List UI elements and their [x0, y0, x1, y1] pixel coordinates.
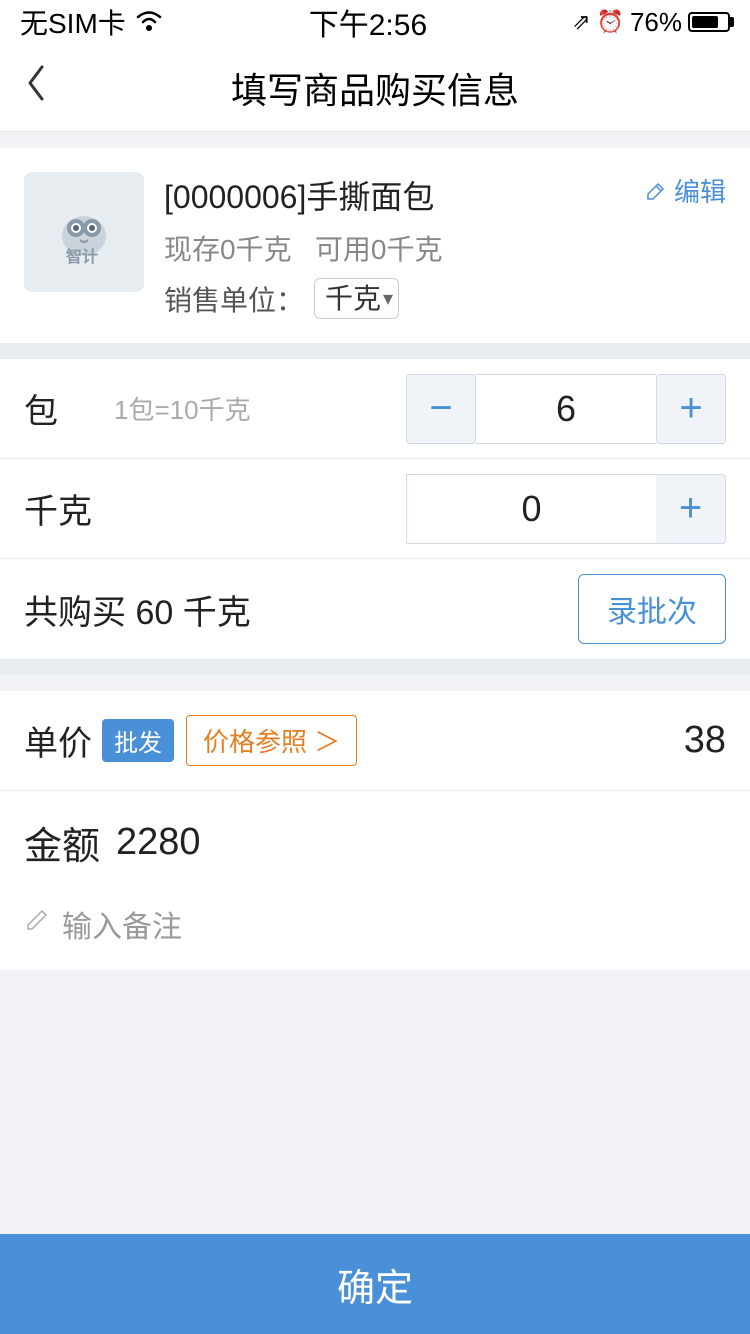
product-thumbnail: 智计 — [24, 172, 144, 292]
bao-plus-button[interactable]: + — [656, 374, 726, 444]
nav-bar: 填写商品购买信息 — [0, 44, 750, 132]
amount-label: 金额 — [24, 815, 100, 870]
status-bar: 无SIM卡 下午2:56 ⇗ ⏰ 76% — [0, 0, 750, 44]
alarm-icon: ⏰ — [597, 9, 624, 35]
location-icon: ⇗ — [572, 9, 590, 35]
kg-plus-button[interactable]: + — [656, 474, 726, 544]
product-info: [0000006]手撕面包 现存0千克 可用0千克 销售单位： 千克 — [164, 172, 726, 319]
status-carrier: 无SIM卡 — [20, 2, 164, 42]
wholesale-badge: 批发 — [102, 719, 174, 762]
amount-value: 2280 — [116, 821, 201, 864]
amount-row: 金额 2280 — [24, 815, 726, 870]
product-stock: 现存0千克 可用0千克 — [164, 228, 726, 268]
bao-input-row: 包 1包=10千克 − + — [0, 359, 750, 459]
product-unit-row: 销售单位： 千克 — [164, 278, 726, 319]
total-text: 共购买 60 千克 — [24, 585, 578, 634]
product-card: 智计 [0000006]手撕面包 现存0千克 可用0千克 销售单位： 千克 编辑 — [0, 148, 750, 343]
total-row: 共购买 60 千克 录批次 — [0, 559, 750, 659]
bao-qty-input[interactable] — [476, 374, 656, 444]
page-title: 填写商品购买信息 — [231, 62, 519, 114]
status-right: ⇗ ⏰ 76% — [572, 7, 730, 38]
bao-qty-control: − + — [406, 374, 726, 444]
kg-label: 千克 — [24, 484, 104, 533]
status-time: 下午2:56 — [309, 0, 427, 44]
back-button[interactable] — [24, 63, 48, 112]
price-section: 单价 批发 价格参照 ＞ 38 — [0, 691, 750, 791]
remark-row[interactable]: 输入备注 — [24, 886, 726, 970]
kg-qty-control: + — [406, 474, 726, 544]
wifi-icon — [134, 6, 164, 38]
section-separator-1 — [0, 343, 750, 359]
unit-select-wrapper[interactable]: 千克 — [314, 278, 399, 319]
section-separator-2 — [0, 659, 750, 675]
kg-qty-input[interactable] — [406, 474, 656, 544]
pencil-icon — [24, 907, 52, 942]
battery-percent: 76% — [630, 7, 682, 38]
product-name: [0000006]手撕面包 — [164, 172, 726, 218]
price-value: 38 — [684, 719, 726, 762]
bao-input-section: 包 1包=10千克 − + 千克 + — [0, 359, 750, 559]
bao-minus-button[interactable]: − — [406, 374, 476, 444]
price-ref-button[interactable]: 价格参照 ＞ — [186, 715, 357, 766]
bao-label: 包 — [24, 384, 104, 433]
price-label: 单价 — [24, 716, 92, 765]
confirm-button[interactable]: 确定 — [0, 1234, 750, 1334]
svg-text:智计: 智计 — [66, 247, 98, 266]
kg-input-row: 千克 + — [0, 459, 750, 559]
edit-button[interactable]: 编辑 — [646, 172, 726, 209]
unit-select[interactable]: 千克 — [314, 278, 399, 319]
batch-button[interactable]: 录批次 — [578, 574, 726, 644]
remark-label: 输入备注 — [62, 902, 182, 946]
carrier-text: 无SIM卡 — [20, 2, 126, 42]
battery-icon — [688, 12, 730, 32]
bao-hint: 1包=10千克 — [114, 390, 406, 427]
amount-section: 金额 2280 输入备注 — [0, 791, 750, 970]
